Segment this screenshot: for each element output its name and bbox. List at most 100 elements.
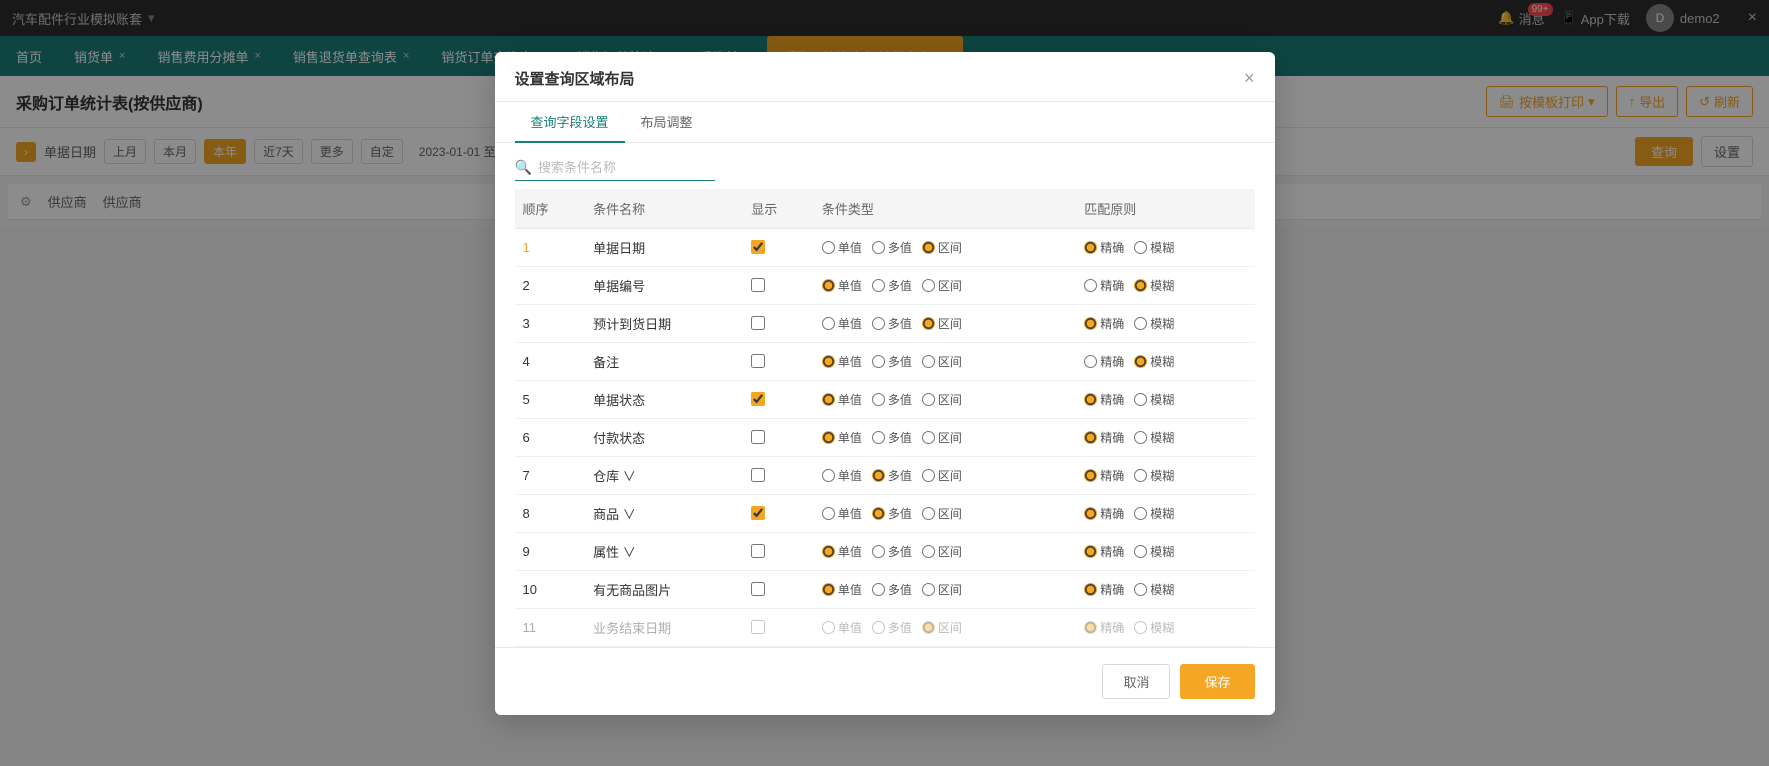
type-radio-single[interactable]: 单值	[822, 467, 862, 484]
row-display-checkbox-cell	[743, 608, 814, 646]
type-radio-range[interactable]: 区间	[922, 277, 962, 294]
type-radio-multi[interactable]: 多值	[872, 581, 912, 598]
col-order: 顺序	[515, 189, 586, 229]
modal-tab-layout[interactable]: 布局调整	[625, 102, 709, 143]
row-type-cell: 单值多值区间	[814, 228, 1076, 266]
type-radio-single[interactable]: 单值	[822, 619, 862, 636]
type-radio-single[interactable]: 单值	[822, 505, 862, 522]
display-checkbox[interactable]	[751, 354, 765, 368]
row-condition-name: 属性 ∨	[585, 532, 743, 570]
type-radio-range[interactable]: 区间	[922, 467, 962, 484]
match-radio-exact[interactable]: 精确	[1084, 467, 1124, 484]
row-condition-name: 仓库 ∨	[585, 456, 743, 494]
display-checkbox[interactable]	[751, 392, 765, 406]
match-radio-fuzzy[interactable]: 模糊	[1134, 315, 1174, 332]
display-checkbox[interactable]	[751, 620, 765, 634]
type-radio-range[interactable]: 区间	[922, 505, 962, 522]
row-order: 2	[515, 266, 586, 304]
save-button[interactable]: 保存	[1180, 664, 1254, 699]
row-type-cell: 单值多值区间	[814, 456, 1076, 494]
type-radio-multi[interactable]: 多值	[872, 429, 912, 446]
type-radio-range[interactable]: 区间	[922, 353, 962, 370]
type-radio-multi[interactable]: 多值	[872, 467, 912, 484]
type-radio-range[interactable]: 区间	[922, 619, 962, 636]
row-condition-name: 备注	[585, 342, 743, 380]
type-radio-range[interactable]: 区间	[922, 581, 962, 598]
table-row: 11业务结束日期单值多值区间精确模糊	[515, 608, 1255, 646]
row-order: 10	[515, 570, 586, 608]
type-radio-multi[interactable]: 多值	[872, 505, 912, 522]
match-radio-exact[interactable]: 精确	[1084, 239, 1124, 256]
row-type-cell: 单值多值区间	[814, 570, 1076, 608]
type-radio-range[interactable]: 区间	[922, 543, 962, 560]
type-radio-range[interactable]: 区间	[922, 315, 962, 332]
match-radio-fuzzy[interactable]: 模糊	[1134, 581, 1174, 598]
modal-close-button[interactable]: ×	[1244, 69, 1255, 87]
match-radio-fuzzy[interactable]: 模糊	[1134, 429, 1174, 446]
display-checkbox[interactable]	[751, 468, 765, 482]
col-match: 匹配原则	[1076, 189, 1254, 229]
type-radio-range[interactable]: 区间	[922, 429, 962, 446]
modal-tab-query-fields[interactable]: 查询字段设置	[515, 102, 625, 143]
match-radio-exact[interactable]: 精确	[1084, 277, 1124, 294]
match-radio-fuzzy[interactable]: 模糊	[1134, 543, 1174, 560]
col-name: 条件名称	[585, 189, 743, 229]
match-radio-fuzzy[interactable]: 模糊	[1134, 391, 1174, 408]
match-radio-fuzzy[interactable]: 模糊	[1134, 353, 1174, 370]
display-checkbox[interactable]	[751, 240, 765, 254]
type-radio-single[interactable]: 单值	[822, 543, 862, 560]
row-type-cell: 单值多值区间	[814, 608, 1076, 646]
search-input[interactable]	[538, 160, 698, 175]
match-radio-exact[interactable]: 精确	[1084, 353, 1124, 370]
match-radio-fuzzy[interactable]: 模糊	[1134, 505, 1174, 522]
match-radio-exact[interactable]: 精确	[1084, 429, 1124, 446]
display-checkbox[interactable]	[751, 278, 765, 292]
display-checkbox[interactable]	[751, 506, 765, 520]
type-radio-range[interactable]: 区间	[922, 391, 962, 408]
row-condition-name: 单据日期	[585, 228, 743, 266]
match-radio-exact[interactable]: 精确	[1084, 543, 1124, 560]
match-radio-fuzzy[interactable]: 模糊	[1134, 277, 1174, 294]
row-match-cell: 精确模糊	[1076, 266, 1254, 304]
type-radio-single[interactable]: 单值	[822, 391, 862, 408]
row-type-cell: 单值多值区间	[814, 304, 1076, 342]
type-radio-single[interactable]: 单值	[822, 239, 862, 256]
match-radio-exact[interactable]: 精确	[1084, 315, 1124, 332]
type-radio-single[interactable]: 单值	[822, 277, 862, 294]
match-radio-fuzzy[interactable]: 模糊	[1134, 467, 1174, 484]
type-radio-multi[interactable]: 多值	[872, 239, 912, 256]
type-radio-multi[interactable]: 多值	[872, 543, 912, 560]
type-radio-multi[interactable]: 多值	[872, 619, 912, 636]
row-match-cell: 精确模糊	[1076, 418, 1254, 456]
type-radio-single[interactable]: 单值	[822, 581, 862, 598]
match-radio-exact[interactable]: 精确	[1084, 581, 1124, 598]
row-type-cell: 单值多值区间	[814, 380, 1076, 418]
type-radio-multi[interactable]: 多值	[872, 315, 912, 332]
type-radio-single[interactable]: 单值	[822, 353, 862, 370]
row-display-checkbox-cell	[743, 342, 814, 380]
display-checkbox[interactable]	[751, 582, 765, 596]
match-radio-exact[interactable]: 精确	[1084, 619, 1124, 636]
table-row: 6付款状态单值多值区间精确模糊	[515, 418, 1255, 456]
type-radio-single[interactable]: 单值	[822, 315, 862, 332]
match-radio-fuzzy[interactable]: 模糊	[1134, 239, 1174, 256]
display-checkbox[interactable]	[751, 544, 765, 558]
row-order: 9	[515, 532, 586, 570]
display-checkbox[interactable]	[751, 430, 765, 444]
row-match-cell: 精确模糊	[1076, 608, 1254, 646]
match-radio-fuzzy[interactable]: 模糊	[1134, 619, 1174, 636]
row-type-cell: 单值多值区间	[814, 418, 1076, 456]
type-radio-single[interactable]: 单值	[822, 429, 862, 446]
type-radio-range[interactable]: 区间	[922, 239, 962, 256]
match-radio-exact[interactable]: 精确	[1084, 505, 1124, 522]
display-checkbox[interactable]	[751, 316, 765, 330]
cancel-button[interactable]: 取消	[1102, 664, 1170, 699]
type-radio-multi[interactable]: 多值	[872, 391, 912, 408]
row-match-cell: 精确模糊	[1076, 570, 1254, 608]
row-match-cell: 精确模糊	[1076, 494, 1254, 532]
type-radio-multi[interactable]: 多值	[872, 277, 912, 294]
type-radio-multi[interactable]: 多值	[872, 353, 912, 370]
modal-table-wrap: 顺序 条件名称 显示 条件类型 匹配原则 1单据日期单值多值区间精确模糊2单据编…	[495, 189, 1275, 647]
match-radio-exact[interactable]: 精确	[1084, 391, 1124, 408]
row-condition-name: 单据状态	[585, 380, 743, 418]
